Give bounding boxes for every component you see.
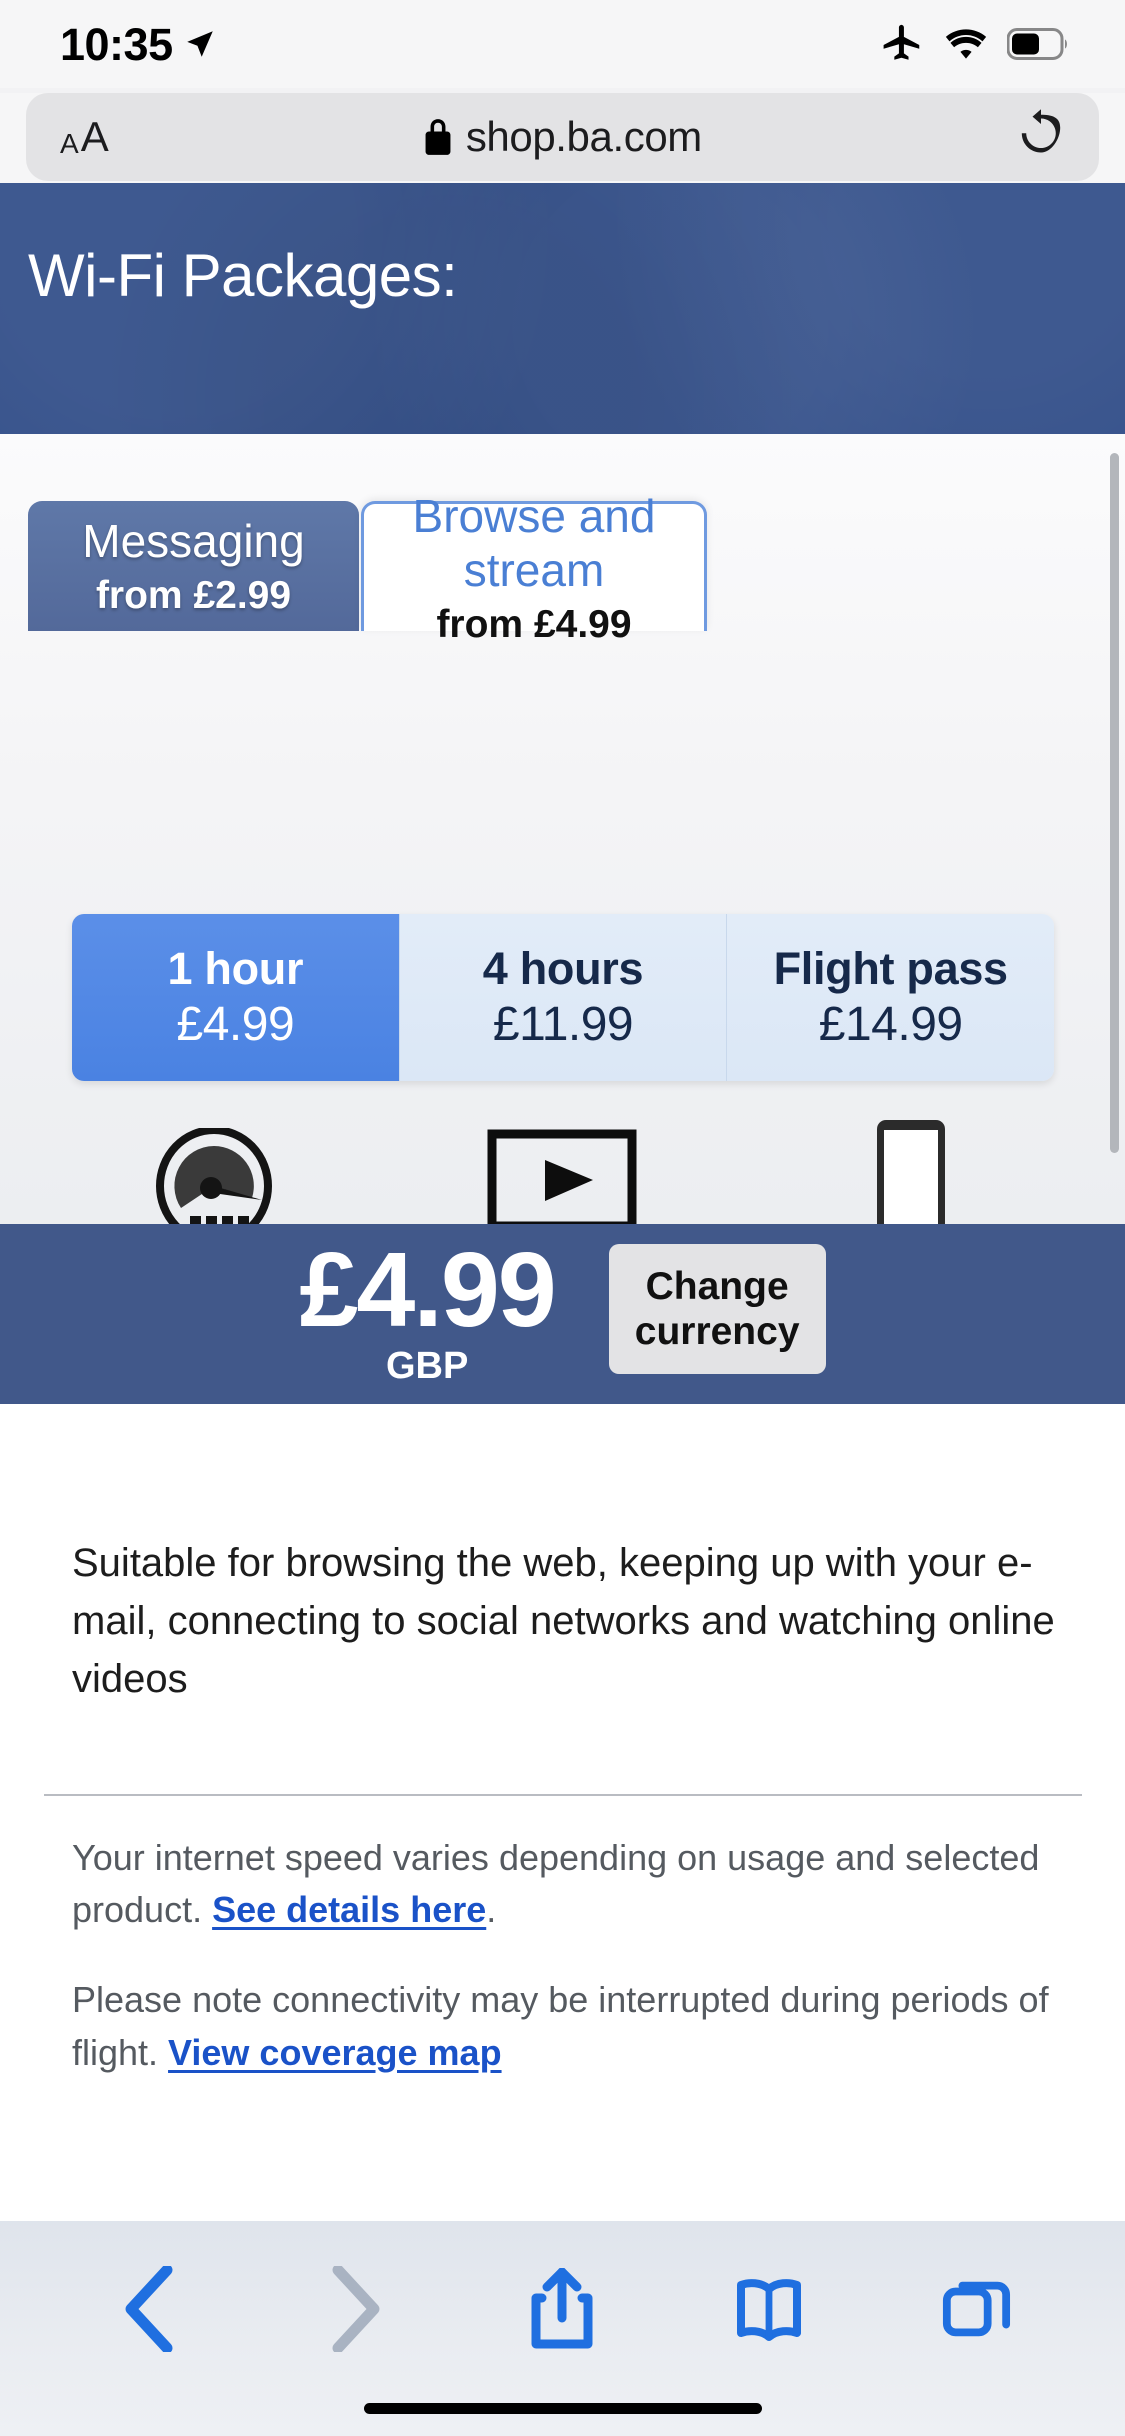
- text-size-large-a: A: [80, 113, 109, 160]
- duration-option-1-hour-title: 1 hour: [167, 943, 304, 994]
- reload-button[interactable]: [1017, 108, 1065, 167]
- duration-option-1-hour-price: £4.99: [176, 998, 295, 1051]
- reload-icon: [1021, 108, 1061, 152]
- total-price: £4.99 GBP: [299, 1231, 556, 1388]
- change-currency-line1: Change: [645, 1264, 789, 1308]
- url-display[interactable]: shop.ba.com: [109, 113, 1017, 161]
- tab-messaging-price: from £2.99: [95, 574, 292, 617]
- fine-print: Your internet speed varies depending on …: [72, 1832, 1072, 2079]
- duration-option-1-hour[interactable]: 1 hour £4.99: [72, 914, 399, 1081]
- hero-banner: Wi-Fi Packages:: [0, 183, 1125, 434]
- text-size-button[interactable]: A A: [60, 116, 109, 158]
- location-arrow-icon: [186, 31, 213, 57]
- address-bar[interactable]: A A shop.ba.com: [26, 93, 1099, 181]
- web-page: Wi-Fi Packages: Messaging from £2.99 Bro…: [0, 183, 1125, 2436]
- tab-browse-and-stream-price: from £4.99: [436, 602, 632, 646]
- see-details-here-link[interactable]: See details here: [212, 1889, 486, 1930]
- duration-option-4-hours-price: £11.99: [492, 998, 634, 1051]
- share-button[interactable]: [507, 2259, 617, 2359]
- duration-option-4-hours[interactable]: 4 hours £11.99: [398, 914, 727, 1081]
- status-bar: 10:35: [0, 0, 1125, 88]
- status-bar-left: 10:35: [60, 22, 217, 67]
- fine-print-speed: Your internet speed varies depending on …: [72, 1832, 1072, 1936]
- tab-messaging[interactable]: Messaging from £2.99: [28, 501, 359, 631]
- fine-print-connectivity: Please note connectivity may be interrup…: [72, 1974, 1072, 2078]
- total-price-currency: GBP: [385, 1344, 469, 1387]
- status-bar-clock: 10:35: [60, 18, 173, 70]
- forward-button[interactable]: [301, 2259, 411, 2359]
- package-tabs: Messaging from £2.99 Browse and stream f…: [0, 490, 1125, 646]
- tab-browse-and-stream[interactable]: Browse and stream from £4.99: [361, 490, 707, 646]
- section-divider: [44, 1794, 1082, 1796]
- wifi-icon: [945, 29, 987, 59]
- tab-messaging-label: Messaging: [82, 515, 305, 567]
- duration-option-flight-pass-title: Flight pass: [773, 943, 1009, 994]
- browser-toolbar-bottom: [0, 2221, 1125, 2436]
- forward-icon: [332, 2266, 380, 2352]
- lock-icon: [425, 119, 451, 155]
- tab-browse-and-stream-label: Browse and stream: [412, 489, 656, 596]
- duration-option-4-hours-title: 4 hours: [482, 943, 644, 994]
- price-bar: £4.99 GBP Change currency: [0, 1224, 1125, 1404]
- duration-option-flight-pass-price: £14.99: [818, 998, 963, 1051]
- page-title: Wi-Fi Packages:: [28, 242, 458, 309]
- share-icon: [531, 2268, 593, 2349]
- tabs-icon: [942, 2281, 1010, 2337]
- browser-toolbar-top: A A shop.ba.com: [0, 93, 1125, 183]
- bookmarks-icon: [737, 2279, 802, 2341]
- bookmarks-button[interactable]: [714, 2259, 824, 2359]
- status-bar-right: [879, 21, 1069, 67]
- home-indicator: [363, 2403, 762, 2414]
- airplane-mode-icon: [883, 24, 920, 60]
- package-description: Suitable for browsing the web, keeping u…: [72, 1541, 1055, 1701]
- battery-icon: [1007, 28, 1067, 60]
- duration-option-flight-pass[interactable]: Flight pass £14.99: [726, 914, 1054, 1081]
- text-size-small-a: A: [60, 128, 79, 159]
- view-coverage-map-link[interactable]: View coverage map: [168, 2032, 502, 2073]
- change-currency-line2: currency: [634, 1310, 800, 1353]
- tabs-button[interactable]: [921, 2259, 1031, 2359]
- url-text: shop.ba.com: [465, 113, 702, 160]
- duration-selector: 1 hour £4.99 4 hours £11.99 Flight pass …: [72, 914, 1054, 1081]
- total-price-amount: £4.99: [299, 1231, 556, 1350]
- fine-print-speed-period: .: [486, 1889, 497, 1931]
- change-currency-button[interactable]: Change currency: [608, 1243, 826, 1375]
- back-button[interactable]: [94, 2259, 204, 2359]
- back-icon: [125, 2266, 173, 2352]
